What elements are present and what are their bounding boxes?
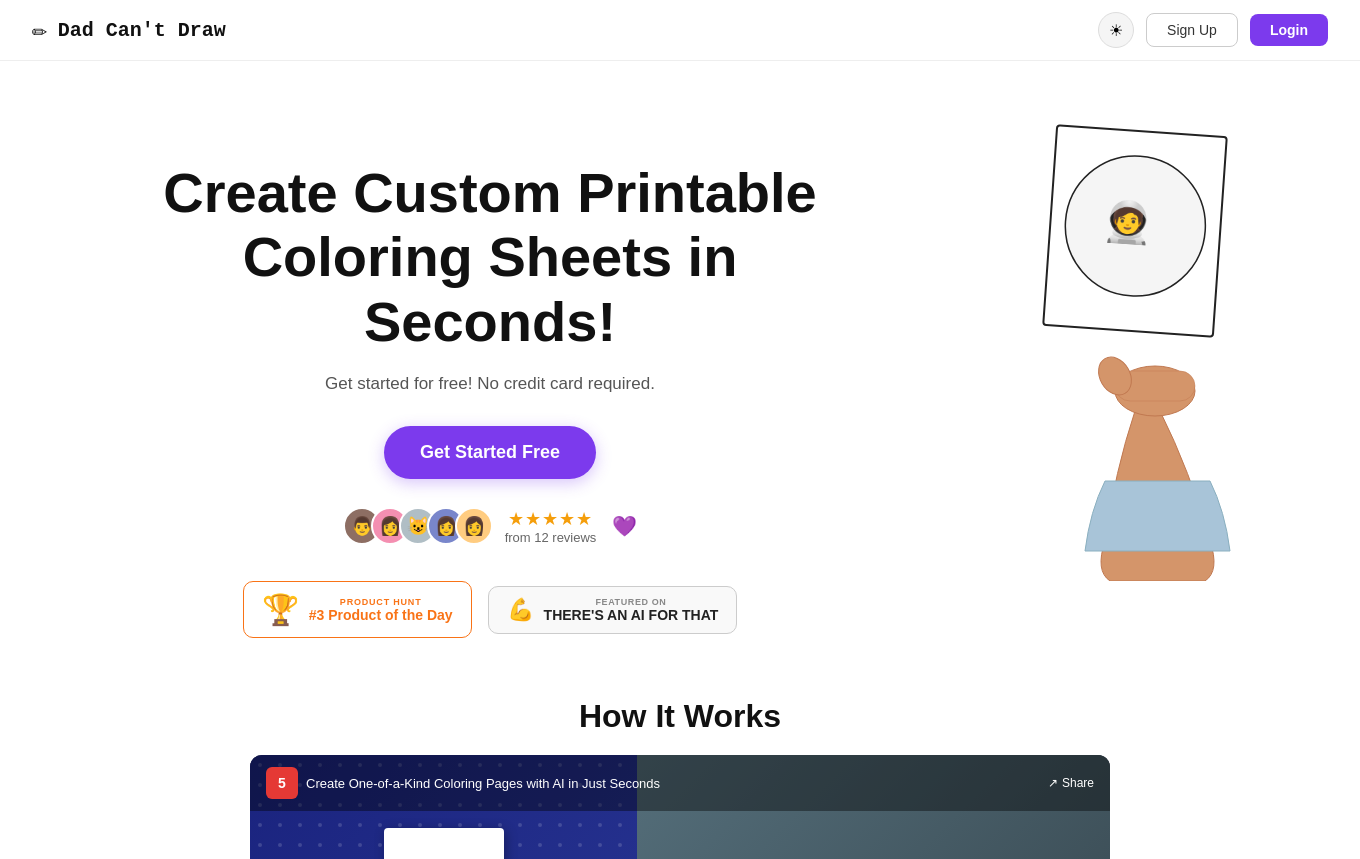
badges-row: 🏆 PRODUCT HUNT #3 Product of the Day 💪 F… [243,581,738,638]
get-started-button[interactable]: Get Started Free [384,426,596,479]
hero-subtitle: Get started for free! No credit card req… [325,374,655,394]
video-channel-info: 5 Create One-of-a-Kind Coloring Pages wi… [266,767,660,799]
share-icon: ↗ [1048,776,1058,790]
video-top-bar: 5 Create One-of-a-Kind Coloring Pages wi… [250,755,1110,811]
logo-text: Dad Can't Draw [58,19,226,42]
how-it-works-section: How It Works ☂️ 👦 [0,658,1360,859]
nav-actions: ☀ Sign Up Login [1098,12,1328,48]
hand-svg: 🧑‍🚀 [990,121,1290,581]
ph-label: PRODUCT HUNT [309,597,453,607]
heart-icon: 💜 [612,514,637,538]
hero-left-content: Create Custom Printable Coloring Sheets … [60,121,920,638]
avatar-group: 👨 👩 😺 👩 👩 [343,507,493,545]
product-hunt-badge: 🏆 PRODUCT HUNT #3 Product of the Day [243,581,472,638]
theme-toggle-button[interactable]: ☀ [1098,12,1134,48]
signup-button[interactable]: Sign Up [1146,13,1238,47]
logo-icon: ✏️ [32,14,48,46]
sun-icon: ☀ [1109,21,1123,40]
share-button[interactable]: ↗ Share [1048,776,1094,790]
review-count: from 12 reviews [505,530,597,545]
hero-illustration: 🧑‍🚀 [980,121,1300,571]
ph-text: #3 Product of the Day [309,607,453,623]
how-title: How It Works [32,698,1328,735]
trophy-icon: 🏆 [262,592,299,627]
muscle-icon: 💪 [507,597,534,623]
ai-featured-label: FEATURED ON [544,597,719,607]
hero-section: Create Custom Printable Coloring Sheets … [0,61,1360,658]
share-label: Share [1062,776,1094,790]
login-button[interactable]: Login [1250,14,1328,46]
video-title: Create One-of-a-Kind Coloring Pages with… [306,776,660,791]
video-player[interactable]: ☂️ 👦 🧑‍💼 5 Create One-of-a [250,755,1110,859]
star-rating: ★★★★★ from 12 reviews [505,508,597,545]
avatar: 👩 [455,507,493,545]
ai-badge: 💪 FEATURED ON THERE'S AN AI FOR THAT [488,586,738,634]
reviews-row: 👨 👩 😺 👩 👩 ★★★★★ from 12 reviews 💜 [343,507,638,545]
stars: ★★★★★ [505,508,597,530]
hero-title: Create Custom Printable Coloring Sheets … [150,161,830,354]
navbar: ✏️ Dad Can't Draw ☀ Sign Up Login [0,0,1360,61]
astronaut-emoji: 🧑‍🚀 [1101,196,1154,247]
logo: ✏️ Dad Can't Draw [32,14,226,46]
hand-coloring-illustration: 🧑‍🚀 [990,121,1290,571]
ai-text: THERE'S AN AI FOR THAT [544,607,719,623]
channel-icon: 5 [266,767,298,799]
